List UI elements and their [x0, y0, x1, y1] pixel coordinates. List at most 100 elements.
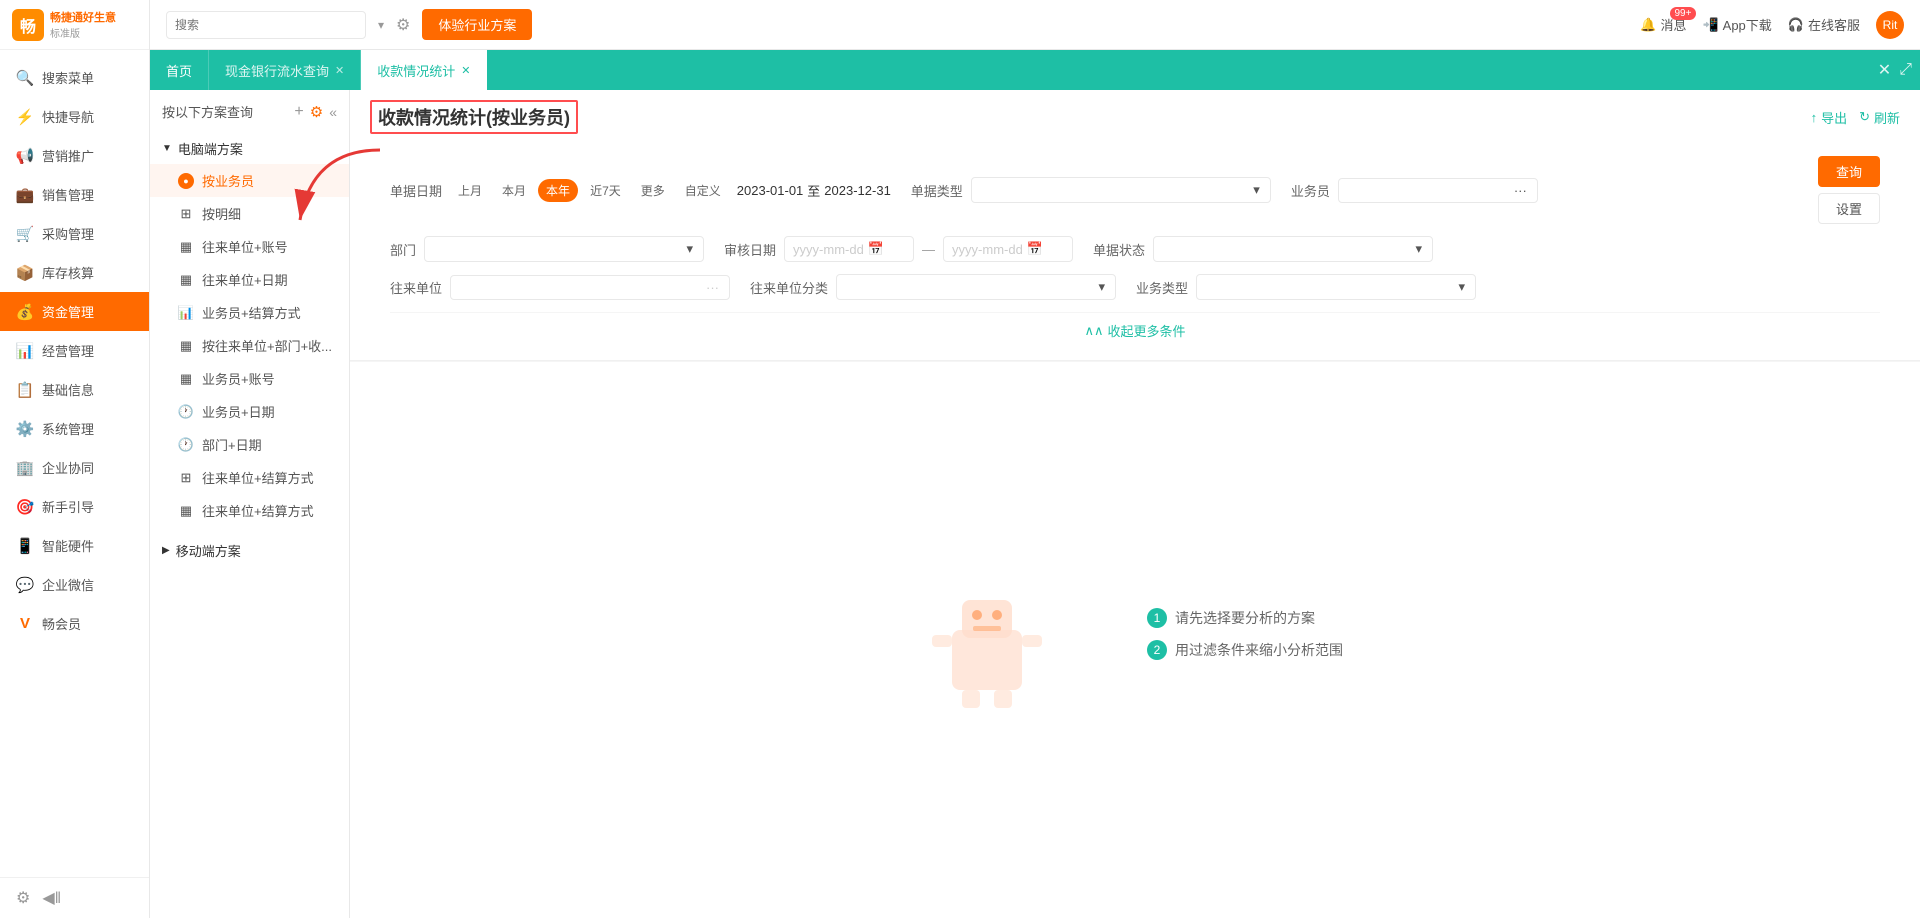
scheme-item-partner-settle1[interactable]: ⊞ 往来单位+结算方式 [150, 461, 349, 494]
empty-body: 1 请先选择要分析的方案 2 用过滤条件来缩小分析范围 [927, 580, 1343, 700]
collapse-panel-icon[interactable]: « [329, 104, 337, 120]
scheme-item-partner-account[interactable]: ▦ 往来单位+账号 [150, 230, 349, 263]
biz-type-select[interactable]: ▾ [1196, 274, 1476, 300]
left-panel: 按以下方案查询 + ⚙ « ▼ 电脑端方案 ● 按业务员 [150, 90, 350, 918]
tab-collection-stats[interactable]: 收款情况统计 ✕ [361, 50, 487, 90]
docstatus-select[interactable]: ▾ [1153, 236, 1433, 262]
expand-window-icon[interactable]: ⤢ [1899, 61, 1912, 79]
tab-collection-stats-close[interactable]: ✕ [461, 64, 470, 77]
query-btn[interactable]: 查询 [1818, 156, 1880, 187]
gear-icon: ⚙️ [16, 420, 34, 438]
table-icon2: ▦ [178, 272, 194, 288]
sidebar-item-operation[interactable]: 📊 经营管理 [0, 331, 149, 370]
collapse-filter-btn[interactable]: ∧∧ 收起更多条件 [1084, 321, 1185, 340]
sidebar-footer: ⚙ ◀‖ [0, 877, 149, 918]
salesperson-select[interactable]: ··· [1338, 178, 1538, 203]
date-tab-this-year[interactable]: 本年 [538, 179, 578, 202]
sidebar-item-search[interactable]: 🔍 搜索菜单 [0, 58, 149, 97]
dropdown-arrow-icon[interactable]: ▾ [378, 18, 384, 32]
partner-select[interactable]: ··· [450, 275, 730, 300]
collapse-sidebar-icon[interactable]: ◀‖ [42, 888, 61, 908]
date-tab-last7days[interactable]: 近7天 [582, 179, 629, 202]
sidebar-item-member[interactable]: V 畅会员 [0, 604, 149, 643]
desktop-scheme-title[interactable]: ▼ 电脑端方案 [150, 133, 349, 164]
date-tab-this-month[interactable]: 本月 [494, 179, 534, 202]
trial-btn[interactable]: 体验行业方案 [422, 9, 532, 40]
sidebar-item-beginner[interactable]: 🎯 新手引导 [0, 487, 149, 526]
scheme-item-by-salesperson[interactable]: ● 按业务员 [150, 164, 349, 197]
sidebar-item-enterprise[interactable]: 🏢 企业协同 [0, 448, 149, 487]
salesperson-ellipsis: ··· [1514, 183, 1527, 198]
filter-partner-category-item: 往来单位分类 ▾ [750, 274, 1116, 300]
filter-row-1: 单据日期 上月 本月 本年 近7天 更多 自定义 [390, 156, 1880, 224]
date-tab-more[interactable]: 更多 [633, 179, 673, 202]
tip-num-2: 2 [1147, 640, 1167, 660]
date-tab-custom[interactable]: 自定义 [677, 179, 729, 202]
date-from: 2023-01-01 [737, 183, 804, 198]
empty-state: 1 请先选择要分析的方案 2 用过滤条件来缩小分析范围 [350, 362, 1920, 918]
calendar-icon1: 📅 [868, 241, 884, 257]
page-title-row: 收款情况统计(按业务员) ↑ 导出 ↻ 刷新 [370, 100, 1900, 134]
megaphone-icon: 📢 [16, 147, 34, 165]
doctype-select[interactable]: ▾ [971, 177, 1271, 203]
sidebar-item-inventory[interactable]: 📦 库存核算 [0, 253, 149, 292]
settings-footer-icon[interactable]: ⚙ [16, 888, 30, 908]
scheme-item-by-detail[interactable]: ⊞ 按明细 [150, 197, 349, 230]
sidebar-item-wechat[interactable]: 💬 企业微信 [0, 565, 149, 604]
sidebar-nav: 🔍 搜索菜单 ⚡ 快捷导航 📢 营销推广 💼 销售管理 🛒 采购管理 📦 [0, 50, 149, 877]
tabbar-actions: ✕ ⤢ [1878, 60, 1920, 80]
review-date-to[interactable]: yyyy-mm-dd 📅 [943, 236, 1073, 262]
scheme-item-partner-settle2[interactable]: ▦ 往来单位+结算方式 [150, 494, 349, 527]
scheme-item-salesperson-settle[interactable]: 📊 业务员+结算方式 [150, 296, 349, 329]
scheme-item-dept-date[interactable]: 🕐 部门+日期 [150, 428, 349, 461]
tab-bank-flow-close[interactable]: ✕ [335, 64, 344, 77]
scheme-settings-icon[interactable]: ⚙ [310, 103, 323, 121]
docstatus-dropdown-icon: ▾ [1416, 241, 1423, 257]
tab-home[interactable]: 首页 [150, 50, 209, 90]
sidebar-item-basic-info[interactable]: 📋 基础信息 [0, 370, 149, 409]
sidebar-item-system[interactable]: ⚙️ 系统管理 [0, 409, 149, 448]
review-date-from[interactable]: yyyy-mm-dd 📅 [784, 236, 914, 262]
mobile-scheme-title[interactable]: ▶ 移动端方案 [150, 535, 349, 566]
tab-bank-flow[interactable]: 现金银行流水查询 ✕ [209, 50, 361, 90]
box-icon: 📦 [16, 264, 34, 282]
date-dash: — [922, 242, 935, 257]
sidebar-item-hardware[interactable]: 📱 智能硬件 [0, 526, 149, 565]
scheme-item-partner-date[interactable]: ▦ 往来单位+日期 [150, 263, 349, 296]
partner-category-select[interactable]: ▾ [836, 274, 1116, 300]
close-window-icon[interactable]: ✕ [1878, 60, 1891, 80]
scheme-item-partner-dept[interactable]: ▦ 按往来单位+部门+收... [150, 329, 349, 362]
topbar-gear-icon[interactable]: ⚙ [396, 15, 410, 35]
robot-illustration [927, 580, 1047, 700]
triangle-right-icon: ▶ [162, 545, 170, 556]
sidebar-item-purchase[interactable]: 🛒 采购管理 [0, 214, 149, 253]
bell-icon: 🔔 [1640, 17, 1656, 33]
review-date-from-text: yyyy-mm-dd [793, 242, 864, 257]
messages-badge: 99+ [1670, 7, 1697, 20]
date-tab-last-month[interactable]: 上月 [450, 179, 490, 202]
messages-btn[interactable]: 🔔 消息 99+ [1640, 15, 1686, 34]
mobile-scheme-group: ▶ 移动端方案 [150, 531, 349, 570]
user-avatar[interactable]: Rit [1876, 11, 1904, 39]
add-scheme-icon[interactable]: + [294, 103, 303, 121]
review-date-label: 审核日期 [724, 240, 776, 259]
logo-icon: 畅 [12, 9, 44, 41]
sidebar-item-sales[interactable]: 💼 销售管理 [0, 175, 149, 214]
dept-select[interactable]: ▾ [424, 236, 704, 262]
filter-row-2: 部门 ▾ 审核日期 yyyy-mm-dd 📅 [390, 236, 1880, 262]
search-input[interactable] [166, 11, 366, 39]
customer-service-btn[interactable]: 🎧 在线客服 [1788, 15, 1860, 34]
salesperson-label: 业务员 [1291, 181, 1330, 200]
date-to: 2023-12-31 [824, 183, 891, 198]
sidebar-item-marketing[interactable]: 📢 营销推广 [0, 136, 149, 175]
export-btn[interactable]: ↑ 导出 [1811, 108, 1848, 127]
download-icon: 📲 [1702, 17, 1718, 33]
sidebar-item-quick-nav[interactable]: ⚡ 快捷导航 [0, 97, 149, 136]
app-download-btn[interactable]: 📲 App下载 [1702, 15, 1771, 34]
sidebar-item-fund[interactable]: 💰 资金管理 [0, 292, 149, 331]
scheme-item-salesperson-date[interactable]: 🕐 业务员+日期 [150, 395, 349, 428]
tip-num-1: 1 [1147, 608, 1167, 628]
settings-btn[interactable]: 设置 [1818, 193, 1880, 224]
refresh-btn[interactable]: ↻ 刷新 [1859, 108, 1900, 127]
scheme-item-salesperson-account[interactable]: ▦ 业务员+账号 [150, 362, 349, 395]
